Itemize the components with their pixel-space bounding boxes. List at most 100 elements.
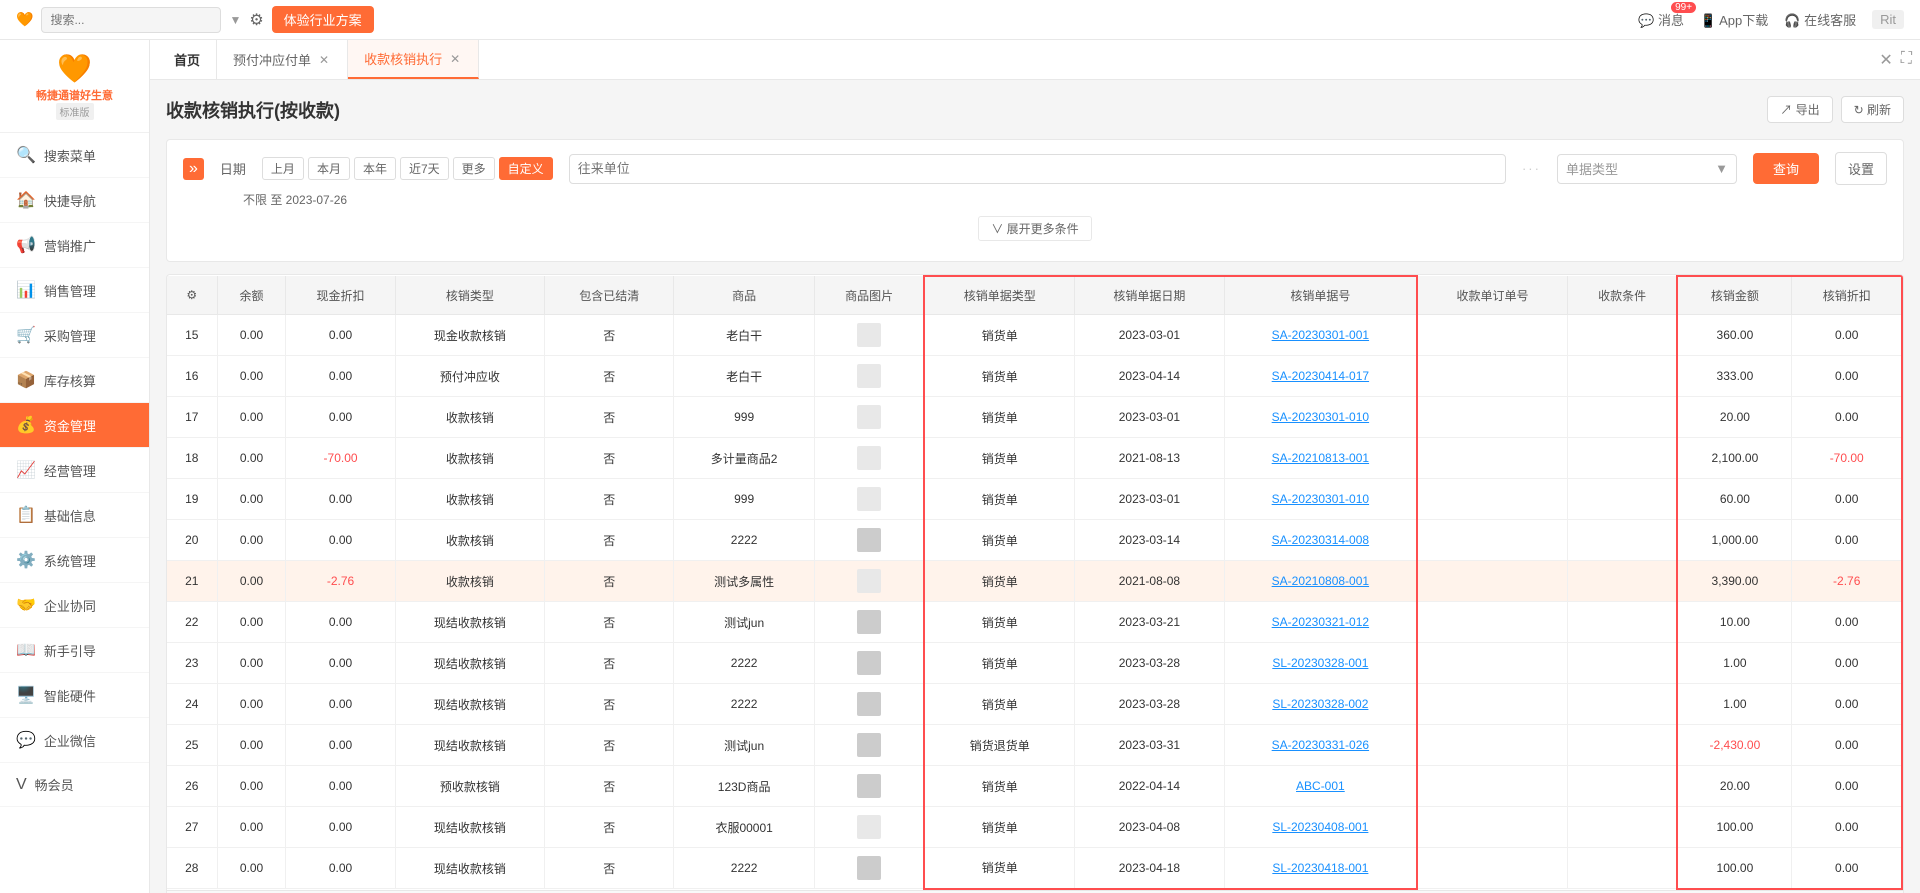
message-btn[interactable]: 💬 消息 99+	[1638, 10, 1684, 29]
table-row[interactable]: 19 0.00 0.00 收款核销 否 999 销货单 2023-03-01 S…	[167, 479, 1902, 520]
main-layout: 🧡 畅捷通谱好生意 标准版 🔍 搜索菜单 🏠 快捷导航 📢 营销推广 📊 销售管…	[0, 40, 1920, 893]
cell-include-settled: 否	[545, 356, 674, 397]
cell-include-settled: 否	[545, 438, 674, 479]
gear-icon[interactable]: ⚙	[186, 288, 197, 302]
table-row[interactable]: 24 0.00 0.00 现结收款核销 否 2222 销货单 2023-03-2…	[167, 684, 1902, 725]
cell-wo-doc-no[interactable]: SL-20230418-001	[1224, 848, 1417, 889]
collapse-btn[interactable]: »	[183, 158, 204, 180]
table-row[interactable]: 18 0.00 -70.00 收款核销 否 多计量商品2 销货单 2021-08…	[167, 438, 1902, 479]
table-row[interactable]: 22 0.00 0.00 现结收款核销 否 测试jun 销货单 2023-03-…	[167, 602, 1902, 643]
sidebar-item-operation[interactable]: 📈 经营管理	[0, 448, 149, 493]
cell-wo-doc-no[interactable]: SA-20230301-010	[1224, 397, 1417, 438]
table-row[interactable]: 26 0.00 0.00 预收款核销 否 123D商品 销货单 2022-04-…	[167, 766, 1902, 807]
refresh-btn[interactable]: ↻ 刷新	[1841, 96, 1904, 123]
table-row[interactable]: 17 0.00 0.00 收款核销 否 999 销货单 2023-03-01 S…	[167, 397, 1902, 438]
cell-wo-doc-no[interactable]: SA-20210813-001	[1224, 438, 1417, 479]
sidebar-item-guide[interactable]: 📖 新手引导	[0, 628, 149, 673]
cell-receipt-order-no	[1417, 356, 1567, 397]
finance-icon: 💰	[16, 415, 36, 435]
cell-receipt-order-no	[1417, 725, 1567, 766]
unit-input[interactable]	[569, 154, 1506, 184]
cell-wo-doc-date: 2022-04-14	[1075, 766, 1224, 807]
cell-balance: 0.00	[217, 684, 286, 725]
sidebar-item-search[interactable]: 🔍 搜索菜单	[0, 133, 149, 178]
trial-btn[interactable]: 体验行业方案	[272, 6, 374, 33]
sidebar-item-enterprise[interactable]: 🤝 企业协同	[0, 583, 149, 628]
sidebar-item-nav[interactable]: 🏠 快捷导航	[0, 178, 149, 223]
cell-receipt-condition	[1567, 766, 1677, 807]
table-row[interactable]: 28 0.00 0.00 现结收款核销 否 2222 销货单 2023-04-1…	[167, 848, 1902, 889]
app-logo: 🧡	[16, 11, 33, 28]
tab-home[interactable]: 首页	[158, 40, 217, 79]
sidebar-item-inventory[interactable]: 📦 库存核算	[0, 358, 149, 403]
date-btn-last-month[interactable]: 上月	[262, 157, 304, 180]
cell-wo-doc-no[interactable]: SA-20230314-008	[1224, 520, 1417, 561]
cell-wo-doc-no[interactable]: SL-20230328-001	[1224, 643, 1417, 684]
cell-wo-doc-no[interactable]: SA-20230301-001	[1224, 315, 1417, 356]
cell-no: 28	[167, 848, 217, 889]
date-btn-custom[interactable]: 自定义	[499, 157, 553, 180]
search-input[interactable]	[41, 7, 221, 33]
cell-wo-doc-no[interactable]: SA-20230301-010	[1224, 479, 1417, 520]
sidebar-item-sales[interactable]: 📊 销售管理	[0, 268, 149, 313]
table-row[interactable]: 27 0.00 0.00 现结收款核销 否 衣服00001 销货单 2023-0…	[167, 807, 1902, 848]
tab-prepay-close[interactable]: ✕	[317, 51, 331, 69]
cell-wo-doc-no[interactable]: SA-20230414-017	[1224, 356, 1417, 397]
maximize-window-icon[interactable]: ⛶	[1901, 50, 1912, 70]
page-title-row: 收款核销执行(按收款) ↗ 导出 ↻ 刷新	[166, 96, 1904, 123]
cell-wo-doc-no[interactable]: SL-20230408-001	[1224, 807, 1417, 848]
sidebar-item-marketing[interactable]: 📢 营销推广	[0, 223, 149, 268]
date-btn-7days[interactable]: 近7天	[400, 157, 449, 180]
date-btn-this-year[interactable]: 本年	[354, 157, 396, 180]
export-btn[interactable]: ↗ 导出	[1767, 96, 1832, 123]
type-select[interactable]: 单据类型 ▼	[1557, 154, 1737, 184]
table-row[interactable]: 15 0.00 0.00 现金收款核销 否 老白干 销货单 2023-03-01…	[167, 315, 1902, 356]
tab-writeoff[interactable]: 收款核销执行 ✕	[348, 40, 479, 79]
settings-icon[interactable]: ⚙	[249, 10, 263, 30]
home-icon: 🏠	[16, 190, 36, 210]
sidebar-item-enterprise-label: 企业协同	[44, 596, 96, 615]
service-icon: 🎧	[1784, 13, 1800, 28]
close-window-icon[interactable]: ✕	[1879, 50, 1892, 70]
sidebar-item-vip[interactable]: V 畅会员	[0, 763, 149, 807]
table-row[interactable]: 21 0.00 -2.76 收款核销 否 测试多属性 销货单 2021-08-0…	[167, 561, 1902, 602]
sidebar-logo: 🧡 畅捷通谱好生意 标准版	[0, 40, 149, 133]
sidebar-item-finance[interactable]: 💰 资金管理	[0, 403, 149, 448]
table-row[interactable]: 25 0.00 0.00 现结收款核销 否 测试jun 销货退货单 2023-0…	[167, 725, 1902, 766]
cell-receipt-order-no	[1417, 807, 1567, 848]
inventory-icon: 📦	[16, 370, 36, 390]
cell-goods: 测试jun	[674, 602, 815, 643]
sidebar-item-purchase[interactable]: 🛒 采购管理	[0, 313, 149, 358]
service-btn[interactable]: 🎧 在线客服	[1784, 10, 1856, 29]
date-btn-more[interactable]: 更多	[453, 157, 495, 180]
cell-wo-doc-no[interactable]: SL-20230328-002	[1224, 684, 1417, 725]
sidebar-item-hardware[interactable]: 🖥️ 智能硬件	[0, 673, 149, 718]
tab-prepay[interactable]: 预付冲应付单 ✕	[217, 40, 348, 79]
message-badge: 99+	[1671, 2, 1696, 13]
tab-writeoff-close[interactable]: ✕	[448, 50, 462, 68]
user-menu[interactable]: Rit	[1872, 10, 1904, 29]
cell-wo-doc-no[interactable]: SA-20230321-012	[1224, 602, 1417, 643]
query-btn[interactable]: 查询	[1753, 153, 1819, 184]
expand-more-btn[interactable]: ∨ 展开更多条件	[978, 216, 1091, 241]
cell-wo-doc-no[interactable]: SA-20210808-001	[1224, 561, 1417, 602]
cell-include-settled: 否	[545, 315, 674, 356]
data-table-wrapper: ⚙ 余额 现金折扣 核销类型 包含已结清 商品 商品图片 核销单据类型 核销单据…	[166, 274, 1904, 893]
sidebar-item-system[interactable]: ⚙️ 系统管理	[0, 538, 149, 583]
purchase-icon: 🛒	[16, 325, 36, 345]
sidebar-item-basic[interactable]: 📋 基础信息	[0, 493, 149, 538]
cell-wo-doc-no[interactable]: SA-20230331-026	[1224, 725, 1417, 766]
table-row[interactable]: 23 0.00 0.00 现结收款核销 否 2222 销货单 2023-03-2…	[167, 643, 1902, 684]
cell-wo-doc-no[interactable]: ABC-001	[1224, 766, 1417, 807]
sidebar-item-wechat[interactable]: 💬 企业微信	[0, 718, 149, 763]
table-row[interactable]: 20 0.00 0.00 收款核销 否 2222 销货单 2023-03-14 …	[167, 520, 1902, 561]
date-range-display: 不限 至 2023-07-26	[243, 191, 1887, 208]
date-btn-this-month[interactable]: 本月	[308, 157, 350, 180]
table-row[interactable]: 16 0.00 0.00 预付冲应收 否 老白干 销货单 2023-04-14 …	[167, 356, 1902, 397]
filter-settings-btn[interactable]: 设置	[1835, 152, 1887, 185]
type-placeholder: 单据类型	[1566, 159, 1618, 178]
app-download-btn[interactable]: 📱 App下载	[1700, 10, 1768, 29]
sidebar-item-nav-label: 快捷导航	[44, 191, 96, 210]
cell-receipt-condition	[1567, 643, 1677, 684]
sidebar-item-sales-label: 销售管理	[44, 281, 96, 300]
